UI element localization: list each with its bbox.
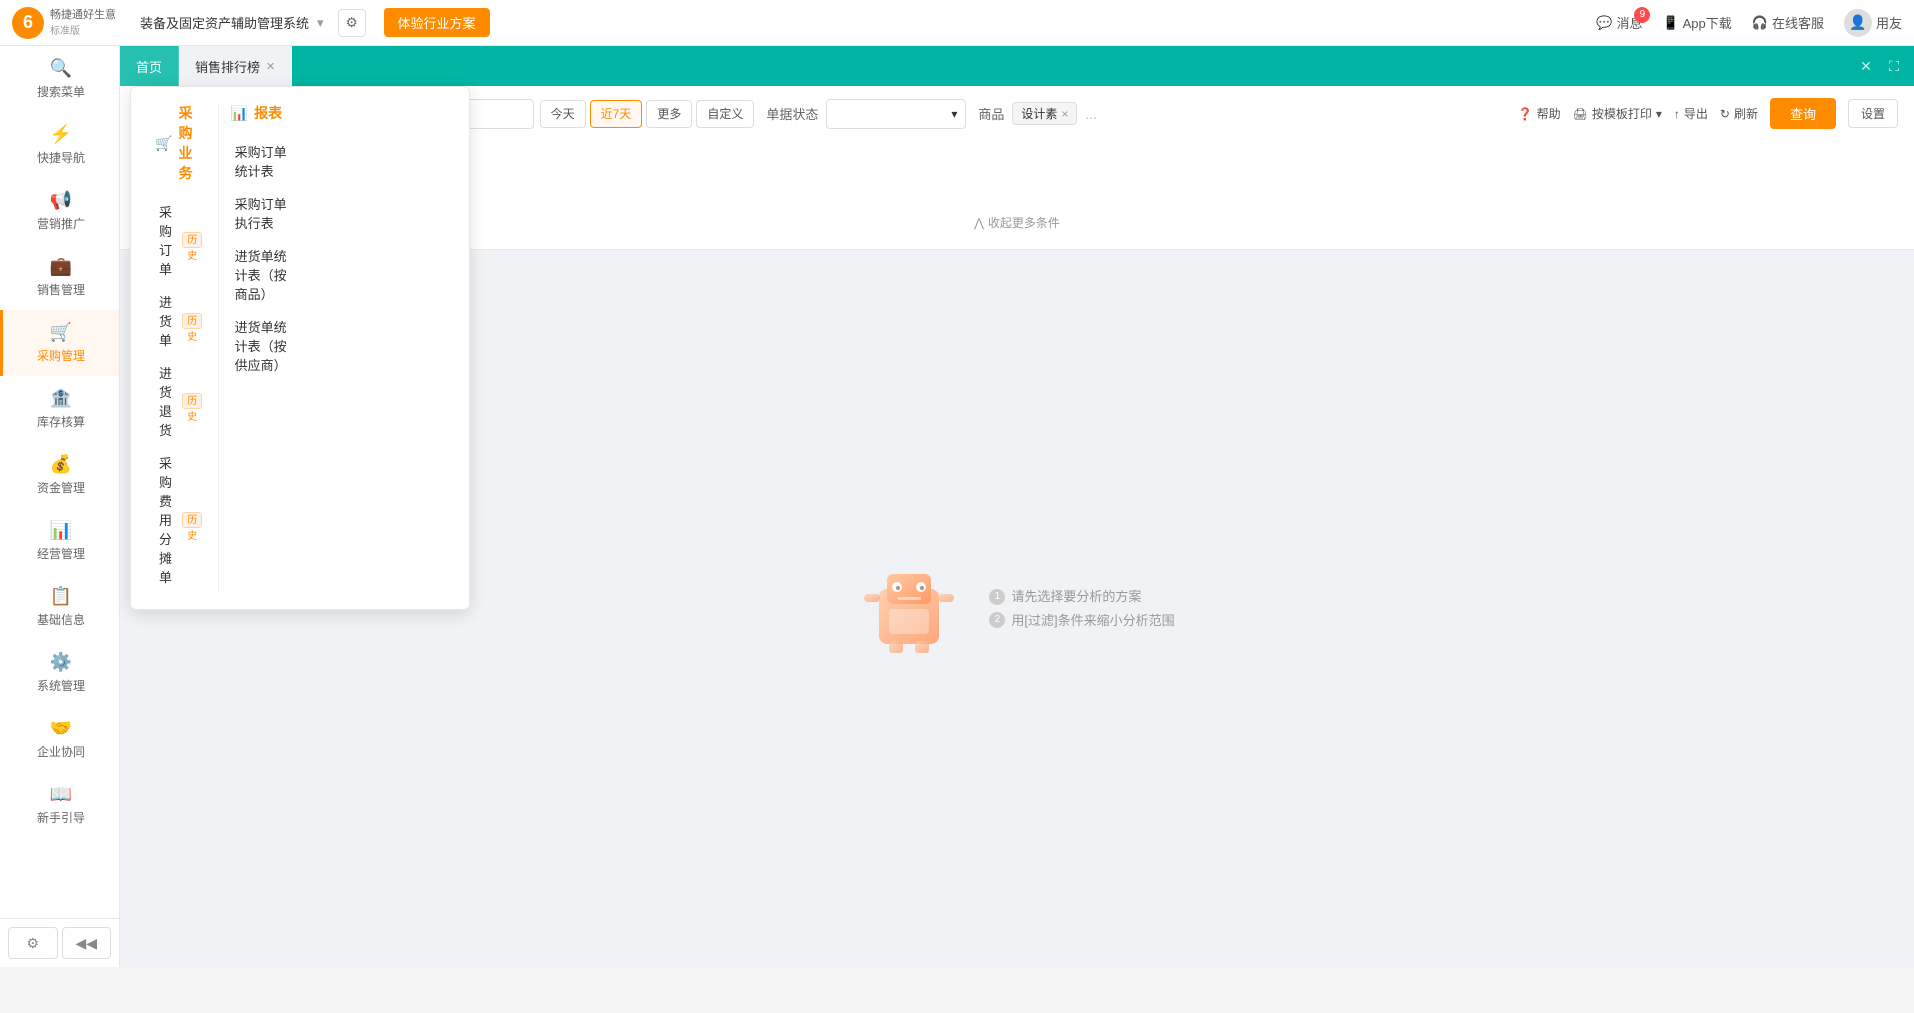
purchase-return-history: 历史 (182, 393, 202, 409)
report-section-title: 📊 报表 (231, 103, 292, 123)
report-section: 📊 报表 采购订单统计表 采购订单执行表 进货单统计表（按商品） 进货单统计表（… (223, 103, 300, 593)
purchase-receive-item[interactable]: 进货单 历史 (155, 285, 206, 356)
report-receive-product-label: 进货单统计表（按商品） (235, 246, 288, 303)
purchase-order-label: 采购订单 (159, 202, 174, 278)
purchase-section-title: 🛒 采购业务 (155, 103, 206, 183)
report-receive-supplier-item[interactable]: 进货单统计表（按供应商） (231, 310, 292, 381)
report-order-exec-label: 采购订单执行表 (235, 194, 288, 232)
purchase-return-item[interactable]: 进货退货 历史 (155, 356, 206, 446)
purchase-expense-history: 历史 (182, 512, 202, 528)
report-order-stat-label: 采购订单统计表 (235, 142, 288, 180)
report-order-stat-item[interactable]: 采购订单统计表 (231, 135, 292, 187)
purchase-return-label: 进货退货 (159, 363, 174, 439)
purchase-receive-label: 进货单 (159, 292, 174, 349)
report-section-label: 报表 (254, 103, 282, 123)
purchase-expense-label: 采购费用分摊单 (159, 453, 174, 586)
report-section-icon: 📊 (231, 105, 248, 122)
report-receive-supplier-label: 进货单统计表（按供应商） (235, 317, 288, 374)
purchase-section-label: 采购业务 (178, 103, 206, 183)
purchase-expense-item[interactable]: 采购费用分摊单 历史 (155, 446, 206, 593)
purchase-section-icon: 🛒 (155, 135, 172, 152)
purchase-section: 🛒 采购业务 采购订单 历史 进货单 历史 进货退货 历史 采购费用分摊单 历史 (147, 103, 214, 593)
purchase-dropdown-menu: 🛒 采购业务 采购订单 历史 进货单 历史 进货退货 历史 采购费用分摊单 历史 (130, 86, 470, 610)
report-receive-product-item[interactable]: 进货单统计表（按商品） (231, 239, 292, 310)
purchase-order-item[interactable]: 采购订单 历史 (155, 195, 206, 285)
report-order-exec-item[interactable]: 采购订单执行表 (231, 187, 292, 239)
purchase-order-history: 历史 (182, 232, 202, 248)
dropdown-two-col: 🛒 采购业务 采购订单 历史 进货单 历史 进货退货 历史 采购费用分摊单 历史 (147, 103, 300, 593)
purchase-receive-history: 历史 (182, 313, 202, 329)
